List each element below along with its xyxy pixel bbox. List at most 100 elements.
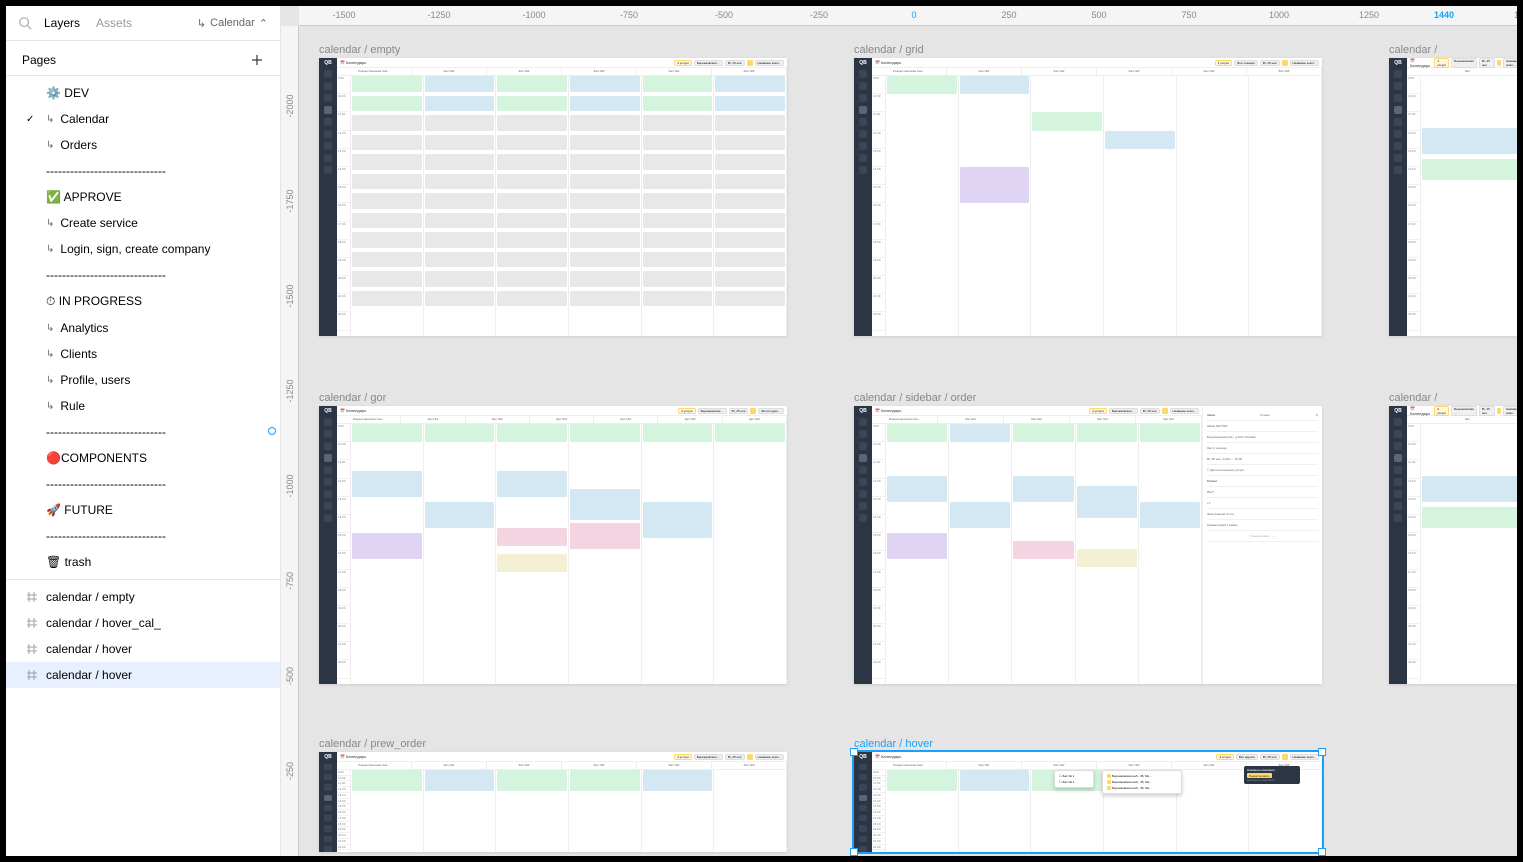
page-label: Profile, users	[60, 373, 130, 387]
frame-empty[interactable]: QB 📅 Календарь 4 услугиБережковская ... …	[319, 58, 787, 336]
page-item[interactable]: ↳ Profile, users	[6, 367, 280, 393]
ruler-tick: -500	[285, 667, 295, 685]
layer-item[interactable]: calendar / hover_cal_	[6, 610, 280, 636]
page-item[interactable]: ↳ Login, sign, create company	[6, 236, 280, 262]
layer-label: calendar / hover	[46, 642, 132, 656]
pages-list: ⚙️ DEV✓↳Calendar↳Orders-----------------…	[6, 76, 280, 579]
page-item[interactable]: ↳Orders	[6, 132, 280, 158]
panel-header: Layers Assets ↳ Calendar ⌃	[6, 6, 280, 41]
frame-label[interactable]: calendar / prew_order	[319, 738, 426, 750]
frame-edge1[interactable]: QB 📅 Календарь 4 услугиБережковская ... …	[1389, 58, 1517, 336]
ruler-tick: 500	[1091, 10, 1106, 20]
page-label: 🔴COMPONENTS	[46, 451, 147, 465]
page-label: Clients	[60, 347, 97, 361]
frame-icon: ↳	[46, 401, 54, 412]
selection-handle[interactable]	[850, 748, 858, 756]
page-item[interactable]: 🚀 FUTURE	[6, 497, 280, 523]
frame-icon: ↳	[46, 323, 54, 334]
check-icon: ✓	[26, 114, 34, 125]
frame-label[interactable]: calendar /	[1389, 392, 1437, 404]
page-item[interactable]: ✅ APPROVE	[6, 184, 280, 210]
ruler-tick: -1250	[285, 379, 295, 402]
page-item[interactable]: ------------------------------	[6, 523, 280, 549]
frame-hash-icon	[26, 591, 38, 603]
frame-icon: ↳	[197, 17, 206, 30]
ruler-tick: -1500	[285, 284, 295, 307]
layer-item[interactable]: calendar / hover	[6, 662, 280, 688]
ruler-tick: -750	[285, 572, 295, 590]
frame-edge2[interactable]: QB 📅 Календарь 4 услугиБережковская ... …	[1389, 406, 1517, 684]
page-item[interactable]: ↳Create service	[6, 210, 280, 236]
page-label: Login, sign, create company	[60, 242, 210, 256]
ruler-tick: 0	[911, 10, 916, 20]
frame-icon: ↳	[46, 349, 54, 360]
page-label: Rule	[60, 399, 85, 413]
ruler-tick: 750	[1181, 10, 1196, 20]
ruler-horizontal: -1500-1250-1000-750-500-2500250500750100…	[299, 6, 1517, 26]
frame-gor[interactable]: QB 📅 Календарь 4 услугиБережковская ... …	[319, 406, 787, 684]
frame-icon: ↳	[46, 114, 54, 125]
page-item[interactable]: ------------------------------	[6, 262, 280, 288]
ruler-vertical: -2000-1750-1500-1250-1000-750-500-250	[281, 26, 299, 856]
selection-handle[interactable]	[1318, 848, 1326, 856]
frame-label[interactable]: calendar / sidebar / order	[854, 392, 976, 404]
frame-grid[interactable]: QB 📅 Календарь 4 услугиВсе локации Вт, 2…	[854, 58, 1322, 336]
page-item[interactable]: 🔴COMPONENTS	[6, 445, 280, 471]
selection-handle[interactable]	[1318, 748, 1326, 756]
page-item[interactable]: ↳Analytics	[6, 315, 280, 341]
page-item[interactable]: ------------------------------	[6, 471, 280, 497]
layer-item[interactable]: calendar / hover	[6, 636, 280, 662]
search-icon[interactable]	[18, 16, 32, 30]
tab-assets[interactable]: Assets	[92, 14, 136, 32]
canvas[interactable]: -1500-1250-1000-750-500-2500250500750100…	[281, 6, 1517, 856]
ruler-tick: -1250	[427, 10, 450, 20]
frame-label[interactable]: calendar / empty	[319, 44, 400, 56]
breadcrumb-selector[interactable]: ↳ Calendar ⌃	[197, 17, 268, 30]
layer-label: calendar / hover_cal_	[46, 616, 161, 630]
page-item[interactable]: ✓↳Calendar	[6, 106, 280, 132]
chevron-icon: ⌃	[259, 17, 268, 30]
left-panel: Layers Assets ↳ Calendar ⌃ Pages ⚙️ DEV ✓…	[6, 6, 281, 856]
page-label: ⏱ IN PROGRESS	[46, 294, 142, 309]
layer-item[interactable]: calendar / empty	[6, 584, 280, 610]
selection-handle[interactable]	[850, 848, 858, 856]
page-item[interactable]: 🗑 trash	[6, 549, 280, 575]
ruler-tick: -1500	[332, 10, 355, 20]
ruler-tick: 1250	[1359, 10, 1379, 20]
page-label: ✅ APPROVE	[46, 190, 122, 204]
frame-prew[interactable]: QB 📅 Календарь 4 услугиБережковская ... …	[319, 752, 787, 852]
frame-hover[interactable]: QB 📅 Календарь 4 услугиВсе адреса Вт, 25…	[854, 752, 1322, 852]
frame-icon: ↳	[46, 244, 54, 255]
pages-header: Pages	[6, 41, 280, 76]
ruler-tick: -250	[810, 10, 828, 20]
frame-icon: ↳	[46, 375, 54, 386]
frame-hash-icon	[26, 669, 38, 681]
page-item[interactable]: ⏱ IN PROGRESS	[6, 288, 280, 315]
frame-label[interactable]: calendar / hover	[854, 738, 933, 750]
page-item[interactable]: ↳ Rule	[6, 393, 280, 419]
ruler-tick: -750	[620, 10, 638, 20]
frame-label[interactable]: calendar / gor	[319, 392, 386, 404]
page-label: ------------------------------	[46, 268, 166, 282]
layers-list: calendar / empty calendar / hover_cal_cal…	[6, 579, 280, 856]
page-item[interactable]: ↳ Clients	[6, 341, 280, 367]
ruler-tick: -1750	[285, 189, 295, 212]
frame-sidebar[interactable]: QB 📅 Календарь 4 услугиБережковская ... …	[854, 406, 1322, 684]
panel-resize-handle[interactable]	[268, 427, 276, 435]
page-item[interactable]: ------------------------------	[6, 158, 280, 184]
page-item[interactable]: ⚙️ DEV	[6, 80, 280, 106]
page-label: ------------------------------	[46, 529, 166, 543]
canvas-area[interactable]: calendar / empty QB 📅 Календарь 4 услугиБ…	[299, 26, 1517, 856]
page-label: ------------------------------	[46, 425, 166, 439]
frame-label[interactable]: calendar / grid	[854, 44, 924, 56]
page-item[interactable]: ------------------------------	[6, 419, 280, 445]
ruler-tick: 1440	[1434, 10, 1454, 20]
tab-layers[interactable]: Layers	[40, 14, 84, 32]
ruler-tick: 1750	[1514, 10, 1517, 20]
frame-hash-icon	[26, 643, 38, 655]
add-page-icon[interactable]	[250, 53, 264, 67]
breadcrumb-label: Calendar	[210, 17, 255, 29]
page-label: 🗑 trash	[46, 555, 91, 569]
ruler-tick: 250	[1001, 10, 1016, 20]
frame-label[interactable]: calendar /	[1389, 44, 1437, 56]
